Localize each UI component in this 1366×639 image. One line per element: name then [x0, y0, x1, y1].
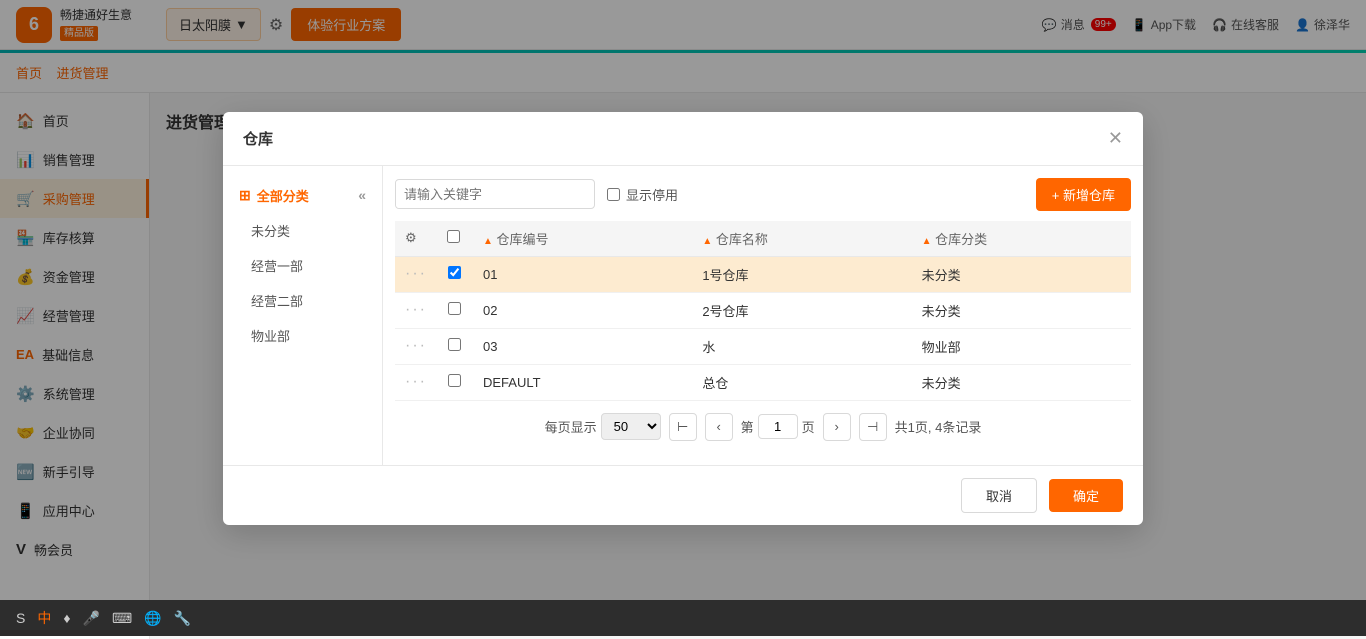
per-page-group: 每页显示 50 10 20 100: [545, 413, 661, 440]
modal-title: 仓库: [243, 128, 273, 149]
sort-icon-name: ▲: [702, 236, 712, 247]
per-page-label: 每页显示: [545, 417, 597, 436]
bottom-icon-tool[interactable]: 🔧: [174, 610, 191, 627]
row-actions[interactable]: ···: [395, 364, 437, 400]
bottom-icon-dot[interactable]: 中: [37, 608, 51, 628]
category-item-dept2[interactable]: 经营二部: [223, 283, 382, 318]
bottom-icon-zhong[interactable]: S: [16, 610, 25, 626]
first-page-button[interactable]: ⊢: [669, 413, 697, 441]
row-name: 水: [692, 328, 911, 364]
row-name: 1号仓库: [692, 256, 911, 292]
table-row[interactable]: ··· 01 1号仓库 未分类: [395, 256, 1131, 292]
show-disabled-checkbox[interactable]: [607, 188, 620, 201]
all-category-header[interactable]: ⊞ 全部分类 «: [223, 178, 382, 213]
th-code: ▲ 仓库编号: [473, 221, 692, 257]
cancel-button[interactable]: 取消: [961, 478, 1037, 513]
per-page-select[interactable]: 50 10 20 100: [601, 413, 661, 440]
th-category: ▲ 仓库分类: [912, 221, 1131, 257]
row-name: 2号仓库: [692, 292, 911, 328]
th-checkbox[interactable]: [437, 221, 473, 257]
th-settings[interactable]: ⚙: [395, 221, 437, 257]
warehouse-modal: 仓库 ✕ ⊞ 全部分类 « 未分类 经营一部 经营二部 物业部: [223, 112, 1143, 525]
pagination: 每页显示 50 10 20 100 ⊢ ‹ 第 页: [395, 401, 1131, 453]
search-input[interactable]: [396, 181, 588, 208]
last-page-button[interactable]: ⊣: [859, 413, 887, 441]
modal-body: ⊞ 全部分类 « 未分类 经营一部 经营二部 物业部 🔍: [223, 166, 1143, 465]
show-disabled-label[interactable]: 显示停用: [607, 185, 678, 204]
row-code: 03: [473, 328, 692, 364]
category-item-dept1[interactable]: 经营一部: [223, 248, 382, 283]
modal-header: 仓库 ✕: [223, 112, 1143, 166]
bottom-icon-globe[interactable]: ⌨: [112, 610, 132, 627]
sort-icon-cat: ▲: [922, 236, 932, 247]
page-number-input[interactable]: [758, 414, 798, 439]
bottom-bar: S 中 ♦ 🎤 ⌨ 🌐 🔧: [0, 600, 1366, 636]
table-row[interactable]: ··· 03 水 物业部: [395, 328, 1131, 364]
modal-footer: 取消 确定: [223, 465, 1143, 525]
category-item-unclassified[interactable]: 未分类: [223, 213, 382, 248]
page-total: 共1页, 4条记录: [895, 417, 982, 436]
prev-page-button[interactable]: ‹: [705, 413, 733, 441]
modal-close-button[interactable]: ✕: [1108, 128, 1123, 149]
page-label: 第: [741, 417, 754, 436]
table-row[interactable]: ··· DEFAULT 总仓 未分类: [395, 364, 1131, 400]
next-page-button[interactable]: ›: [823, 413, 851, 441]
page-input-group: 第 页: [741, 414, 815, 439]
warehouse-table: ⚙ ▲ 仓库编号 ▲ 仓库名称 ▲: [395, 221, 1131, 401]
row-code: 01: [473, 256, 692, 292]
category-item-property[interactable]: 物业部: [223, 318, 382, 353]
row-checkbox[interactable]: [437, 328, 473, 364]
row-actions[interactable]: ···: [395, 256, 437, 292]
row-category: 未分类: [912, 292, 1131, 328]
th-name: ▲ 仓库名称: [692, 221, 911, 257]
row-name: 总仓: [692, 364, 911, 400]
row-code: DEFAULT: [473, 364, 692, 400]
sort-icon-code: ▲: [483, 236, 493, 247]
row-checkbox[interactable]: [437, 364, 473, 400]
table-panel: 🔍 显示停用 + 新增仓库 ⚙ ▲: [383, 166, 1143, 465]
bottom-icon-kb[interactable]: 🎤: [83, 610, 100, 627]
row-category: 未分类: [912, 256, 1131, 292]
confirm-button[interactable]: 确定: [1049, 479, 1123, 512]
table-toolbar: 🔍 显示停用 + 新增仓库: [395, 178, 1131, 211]
table-row[interactable]: ··· 02 2号仓库 未分类: [395, 292, 1131, 328]
collapse-icon[interactable]: «: [358, 187, 366, 203]
search-box: 🔍: [395, 179, 595, 209]
row-checkbox[interactable]: [437, 292, 473, 328]
row-actions[interactable]: ···: [395, 328, 437, 364]
row-category: 物业部: [912, 328, 1131, 364]
all-category-label: 全部分类: [257, 186, 309, 205]
modal-overlay: 仓库 ✕ ⊞ 全部分类 « 未分类 经营一部 经营二部 物业部: [0, 0, 1366, 636]
bottom-icon-mic[interactable]: ♦: [63, 610, 70, 626]
row-checkbox[interactable]: [437, 256, 473, 292]
show-disabled-text: 显示停用: [626, 185, 678, 204]
search-button[interactable]: 🔍: [588, 180, 595, 208]
add-warehouse-button[interactable]: + 新增仓库: [1036, 178, 1131, 211]
select-all-checkbox[interactable]: [447, 230, 460, 243]
bottom-icon-arrow[interactable]: 🌐: [144, 610, 161, 627]
grid-icon: ⊞: [239, 187, 251, 204]
row-actions[interactable]: ···: [395, 292, 437, 328]
row-category: 未分类: [912, 364, 1131, 400]
row-code: 02: [473, 292, 692, 328]
category-panel: ⊞ 全部分类 « 未分类 经营一部 经营二部 物业部: [223, 166, 383, 465]
page-unit: 页: [802, 417, 815, 436]
